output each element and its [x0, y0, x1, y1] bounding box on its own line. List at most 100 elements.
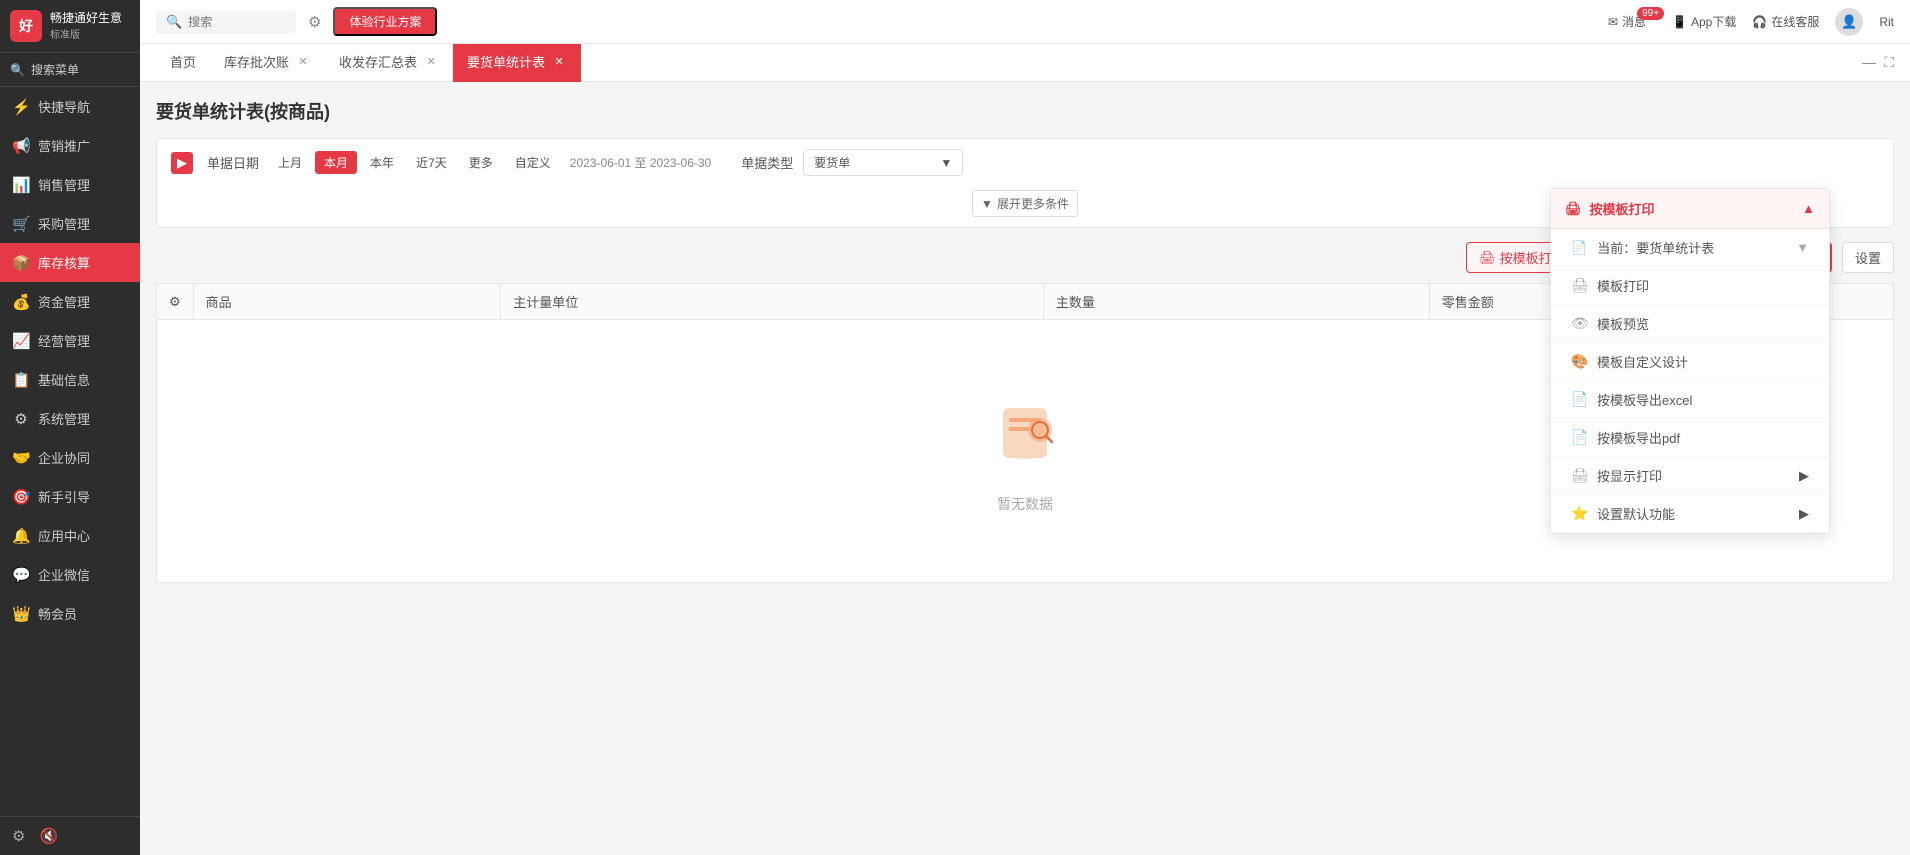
sidebar-item-inventory[interactable]: 📦 库存核算: [0, 243, 140, 282]
nav-label: 应用中心: [38, 526, 90, 545]
nav-label: 快捷导航: [38, 97, 90, 116]
online-service-item[interactable]: 🎧 在线客服: [1752, 13, 1819, 30]
dropdown-current[interactable]: 📄 当前：要货单统计表 ▼: [1551, 229, 1829, 267]
dropdown-current-left: 📄 当前：要货单统计表: [1571, 238, 1714, 257]
sidebar-item-purchase[interactable]: 🛒 采购管理: [0, 204, 140, 243]
purchase-icon: 🛒: [12, 215, 30, 233]
nav-label: 企业微信: [38, 565, 90, 584]
minimize-icon[interactable]: —: [1862, 54, 1876, 71]
dropdown-item-template-preview[interactable]: 👁 模板预览: [1551, 305, 1829, 343]
date-btn-custom[interactable]: 自定义: [506, 151, 560, 174]
sidebar-item-business[interactable]: 📈 经营管理: [0, 321, 140, 360]
sidebar-search[interactable]: 🔍 搜索菜单: [0, 53, 140, 87]
date-btn-this-year[interactable]: 本年: [361, 151, 403, 174]
date-range-display: 2023-06-01 至 2023-06-30: [570, 154, 711, 171]
tab-receipt-summary-close[interactable]: ✕: [423, 54, 439, 70]
filter-row-1: ▶ 单据日期 上月 本月 本年 近7天 更多 自定义 2023-06-01 至 …: [171, 149, 1879, 176]
settings-icon[interactable]: ⚙: [12, 827, 25, 845]
date-btn-last-month[interactable]: 上月: [269, 151, 311, 174]
logo-text: 畅捷通好生意 标准版: [50, 11, 122, 42]
app-download-icon: 📱: [1672, 15, 1687, 29]
col-product: 商品: [193, 284, 501, 320]
type-select[interactable]: 要货单 ▼: [803, 149, 963, 176]
sidebar-item-appstore[interactable]: 🔔 应用中心: [0, 516, 140, 555]
expand-more-btn[interactable]: ▼ 展开更多条件: [972, 190, 1078, 217]
dropdown-item-export-excel[interactable]: 📄 按模板导出excel: [1551, 381, 1829, 419]
message-icon: ✉: [1608, 15, 1618, 29]
dropdown-header[interactable]: 🖨 按模板打印 ▲: [1551, 189, 1829, 229]
avatar-icon: 👤: [1841, 14, 1857, 30]
col-unit: 主计量单位: [501, 284, 1044, 320]
date-btn-7days[interactable]: 近7天: [407, 151, 456, 174]
dropdown-item-template-custom[interactable]: 🎨 模板自定义设计: [1551, 343, 1829, 381]
avatar[interactable]: 👤: [1835, 8, 1863, 36]
sidebar-item-quick-nav[interactable]: ⚡ 快捷导航: [0, 87, 140, 126]
export-pdf-item-label: 按模板导出pdf: [1597, 428, 1680, 447]
topbar-search-icon: 🔍: [166, 14, 182, 30]
close-icon: ✕: [298, 55, 307, 68]
app-version: 标准版: [50, 26, 122, 41]
tab-batch-account[interactable]: 库存批次账 ✕: [210, 44, 325, 82]
chevron-down-icon: ▼: [940, 156, 952, 170]
app-name: 畅捷通好生意: [50, 11, 122, 27]
settings-btn[interactable]: 设置: [1842, 242, 1894, 273]
tab-batch-account-close[interactable]: ✕: [295, 54, 311, 70]
current-label: 当前：要货单统计表: [1597, 238, 1714, 257]
topbar-search-input[interactable]: [188, 15, 278, 29]
trial-button[interactable]: 体验行业方案: [333, 7, 437, 36]
tab-order-summary[interactable]: 要货单统计表 ✕: [453, 44, 581, 82]
member-icon: 👑: [12, 605, 30, 623]
excel-icon: 📄: [1571, 391, 1587, 408]
username: Rit: [1879, 15, 1894, 29]
topbar-gear-icon[interactable]: ⚙: [308, 13, 321, 31]
window-controls: — ⛶: [1862, 54, 1894, 71]
col-settings[interactable]: ⚙: [157, 284, 194, 320]
sidebar-logo: 好 畅捷通好生意 标准版: [0, 0, 140, 53]
dropdown-item-set-default[interactable]: ⭐ 设置默认功能 ▶: [1551, 495, 1829, 533]
newbie-icon: 🎯: [12, 488, 30, 506]
sidebar-item-basic[interactable]: 📋 基础信息: [0, 360, 140, 399]
sidebar-item-marketing[interactable]: 📢 营销推广: [0, 126, 140, 165]
col-qty: 主数量: [1043, 284, 1429, 320]
nav-label: 系统管理: [38, 409, 90, 428]
system-icon: ⚙: [12, 410, 30, 428]
marketing-icon: 📢: [12, 137, 30, 155]
expand-icon: ▼: [981, 197, 993, 211]
topbar-search-box[interactable]: 🔍: [156, 10, 296, 34]
app-download-item[interactable]: 📱 App下载: [1672, 13, 1736, 30]
chevron-up-icon: ▲: [1802, 201, 1815, 216]
sidebar-item-enterprise[interactable]: 🤝 企业协同: [0, 438, 140, 477]
chevron-down-icon: ▼: [1796, 240, 1809, 255]
main-area: 🔍 ⚙ 体验行业方案 ✉ 消息 99+ 📱 App下载 🎧 在线客服 👤 Rit: [140, 0, 1910, 855]
mute-icon[interactable]: 🔇: [39, 827, 58, 845]
dropdown-item-export-pdf[interactable]: 📄 按模板导出pdf: [1551, 419, 1829, 457]
messages-item[interactable]: ✉ 消息 99+: [1608, 13, 1656, 30]
enterprise-icon: 🤝: [12, 449, 30, 467]
logo-icon: 好: [10, 10, 42, 42]
dropdown-item-display-print[interactable]: 🖨 按显示打印 ▶: [1551, 457, 1829, 495]
printer-icon: 🖨: [1479, 250, 1496, 266]
sidebar-item-finance[interactable]: 💰 资金管理: [0, 282, 140, 321]
export-excel-item-label: 按模板导出excel: [1597, 390, 1692, 409]
search-icon: 🔍: [10, 63, 25, 77]
date-btn-this-month[interactable]: 本月: [315, 151, 357, 174]
sidebar-item-wechat[interactable]: 💬 企业微信: [0, 555, 140, 594]
chevron-right-icon-2: ▶: [1799, 506, 1809, 522]
tab-home[interactable]: 首页: [156, 44, 210, 82]
tab-order-summary-close[interactable]: ✕: [551, 54, 567, 70]
sidebar-item-system[interactable]: ⚙ 系统管理: [0, 399, 140, 438]
maximize-icon[interactable]: ⛶: [1884, 54, 1894, 71]
display-print-left: 🖨 按显示打印: [1571, 466, 1662, 485]
tab-order-summary-label: 要货单统计表: [467, 52, 545, 71]
tab-receipt-summary[interactable]: 收发存汇总表 ✕: [325, 44, 453, 82]
finance-icon: 💰: [12, 293, 30, 311]
dropdown-item-template-print[interactable]: 🖨 模板打印: [1551, 267, 1829, 305]
sidebar-item-sales[interactable]: 📊 销售管理: [0, 165, 140, 204]
sidebar-item-newbie[interactable]: 🎯 新手引导: [0, 477, 140, 516]
display-print-label: 按显示打印: [1597, 466, 1662, 485]
sidebar-item-member[interactable]: 👑 畅会员: [0, 594, 140, 633]
set-default-label: 设置默认功能: [1597, 504, 1675, 523]
nav-label: 新手引导: [38, 487, 90, 506]
date-btn-more[interactable]: 更多: [460, 151, 502, 174]
filter-expand-arrow[interactable]: ▶: [171, 152, 193, 174]
